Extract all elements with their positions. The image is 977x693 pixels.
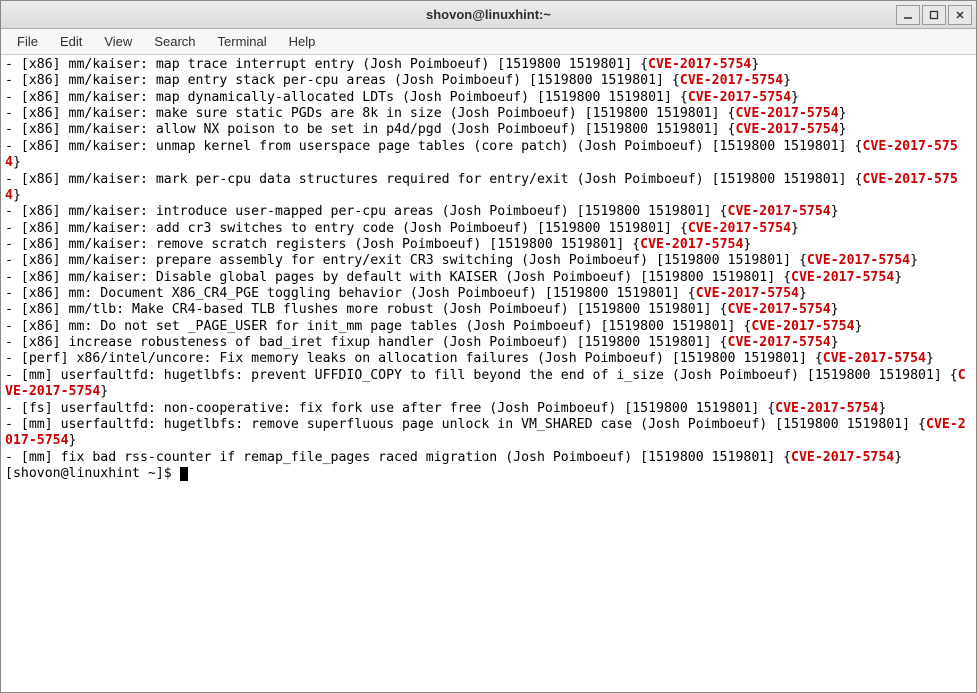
shell-prompt: [shovon@linuxhint ~]$ bbox=[5, 466, 180, 481]
window-controls bbox=[896, 5, 972, 25]
menu-terminal[interactable]: Terminal bbox=[208, 31, 277, 52]
cve-id: CVE-2017-5754 bbox=[648, 57, 751, 72]
minimize-button[interactable] bbox=[896, 5, 920, 25]
cve-id: CVE-2017-5754 bbox=[728, 204, 831, 219]
cve-id: CVE-2017-5754 bbox=[791, 270, 894, 285]
window-title: shovon@linuxhint:~ bbox=[426, 7, 551, 22]
cve-id: CVE-2017-5754 bbox=[775, 401, 878, 416]
terminal-window: shovon@linuxhint:~ File Edit View Search… bbox=[0, 0, 977, 693]
log-line: - [x86] mm/kaiser: unmap kernel from use… bbox=[5, 139, 958, 170]
log-line: - [x86] mm/kaiser: mark per-cpu data str… bbox=[5, 172, 958, 203]
close-button[interactable] bbox=[948, 5, 972, 25]
log-line: - [x86] mm/kaiser: remove scratch regist… bbox=[5, 237, 751, 252]
log-line: - [perf] x86/intel/uncore: Fix memory le… bbox=[5, 351, 934, 366]
cve-id: CVE-2017-5754 bbox=[5, 139, 958, 170]
log-line: - [mm] userfaultfd: hugetlbfs: prevent U… bbox=[5, 368, 966, 399]
log-line: - [x86] mm/kaiser: map entry stack per-c… bbox=[5, 73, 791, 88]
cve-id: CVE-2017-5754 bbox=[688, 90, 791, 105]
titlebar: shovon@linuxhint:~ bbox=[1, 1, 976, 29]
menu-search[interactable]: Search bbox=[144, 31, 205, 52]
cve-id: CVE-2017-5754 bbox=[735, 106, 838, 121]
log-line: - [x86] mm/kaiser: introduce user-mapped… bbox=[5, 204, 839, 219]
log-line: - [x86] mm/kaiser: make sure static PGDs… bbox=[5, 106, 847, 121]
cve-id: CVE-2017-5754 bbox=[728, 335, 831, 350]
cve-id: CVE-2017-5754 bbox=[823, 351, 926, 366]
log-line: - [x86] mm/kaiser: add cr3 switches to e… bbox=[5, 221, 799, 236]
cursor bbox=[180, 467, 188, 481]
maximize-button[interactable] bbox=[922, 5, 946, 25]
cve-id: CVE-2017-5754 bbox=[5, 368, 966, 399]
log-line: - [x86] increase robusteness of bad_iret… bbox=[5, 335, 839, 350]
cve-id: CVE-2017-5754 bbox=[640, 237, 743, 252]
terminal-output[interactable]: - [x86] mm/kaiser: map trace interrupt e… bbox=[1, 55, 976, 692]
menu-file[interactable]: File bbox=[7, 31, 48, 52]
log-line: - [x86] mm: Document X86_CR4_PGE togglin… bbox=[5, 286, 807, 301]
log-line: - [x86] mm/kaiser: prepare assembly for … bbox=[5, 253, 918, 268]
menu-help[interactable]: Help bbox=[279, 31, 326, 52]
cve-id: CVE-2017-5754 bbox=[680, 73, 783, 88]
cve-id: CVE-2017-5754 bbox=[696, 286, 799, 301]
log-line: - [x86] mm: Do not set _PAGE_USER for in… bbox=[5, 319, 863, 334]
log-line: - [x86] mm/kaiser: map dynamically-alloc… bbox=[5, 90, 799, 105]
log-line: - [fs] userfaultfd: non-cooperative: fix… bbox=[5, 401, 886, 416]
cve-id: CVE-2017-5754 bbox=[735, 122, 838, 137]
cve-id: CVE-2017-5754 bbox=[807, 253, 910, 268]
cve-id: CVE-2017-5754 bbox=[5, 417, 966, 448]
menubar: File Edit View Search Terminal Help bbox=[1, 29, 976, 55]
log-line: - [mm] fix bad rss-counter if remap_file… bbox=[5, 450, 902, 465]
cve-id: CVE-2017-5754 bbox=[728, 302, 831, 317]
cve-id: CVE-2017-5754 bbox=[688, 221, 791, 236]
log-line: - [x86] mm/kaiser: allow NX poison to be… bbox=[5, 122, 847, 137]
cve-id: CVE-2017-5754 bbox=[5, 172, 958, 203]
menu-edit[interactable]: Edit bbox=[50, 31, 92, 52]
log-line: - [x86] mm/kaiser: map trace interrupt e… bbox=[5, 57, 759, 72]
cve-id: CVE-2017-5754 bbox=[791, 450, 894, 465]
menu-view[interactable]: View bbox=[94, 31, 142, 52]
log-line: - [mm] userfaultfd: hugetlbfs: remove su… bbox=[5, 417, 966, 448]
cve-id: CVE-2017-5754 bbox=[751, 319, 854, 334]
log-line: - [x86] mm/tlb: Make CR4-based TLB flush… bbox=[5, 302, 839, 317]
log-line: - [x86] mm/kaiser: Disable global pages … bbox=[5, 270, 902, 285]
